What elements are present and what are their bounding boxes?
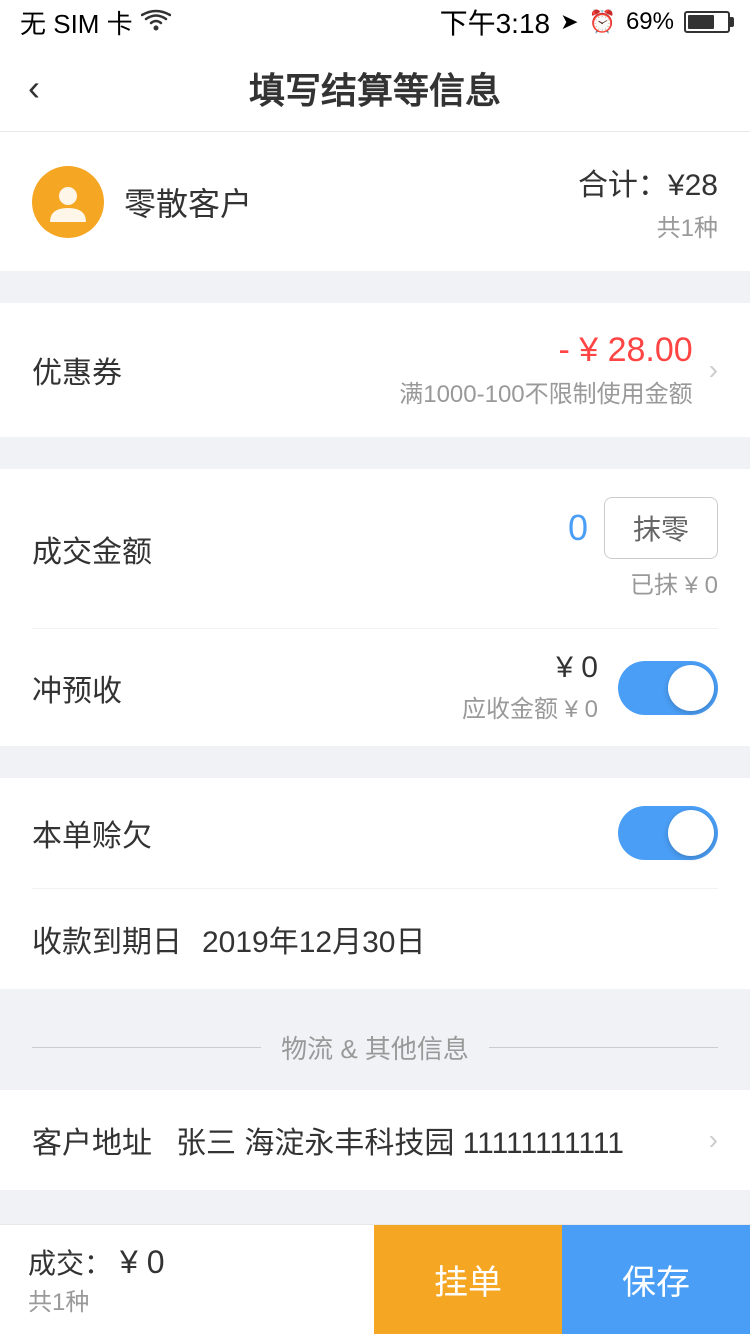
customer-total: 合计：¥28 共1种	[578, 160, 718, 243]
coupon-amount: - ¥ 28.00	[399, 331, 692, 370]
due-date-label: 收款到期日	[32, 917, 182, 961]
nav-bar: ‹ 填写结算等信息	[0, 44, 750, 132]
hang-button-label: 挂单	[434, 1255, 502, 1304]
time-text: 下午3:18	[440, 2, 551, 42]
debt-row: 本单赊欠	[0, 778, 750, 888]
coupon-label: 优惠券	[32, 348, 122, 392]
transaction-amount-right: 0 抹零 已抹 ¥ 0	[528, 497, 718, 600]
address-label: 客户地址	[32, 1118, 152, 1162]
address-chevron-icon: ›	[709, 1124, 718, 1156]
avatar	[32, 166, 104, 238]
prepay-right: ¥ 0 应收金额 ¥ 0	[462, 651, 718, 724]
battery-icon	[684, 11, 730, 33]
status-right: 下午3:18 ➤ ⏰ 69%	[440, 2, 730, 42]
due-date-value: 2019年12月30日	[202, 917, 425, 961]
transaction-amount-label: 成交金额	[32, 527, 152, 571]
header-line-right	[489, 1047, 718, 1048]
total-amount-text: 合计：¥28	[578, 160, 718, 204]
divider-1	[0, 287, 750, 303]
transaction-value-block: 0 抹零 已抹 ¥ 0	[528, 497, 718, 600]
divider-2	[0, 453, 750, 469]
hang-button[interactable]: 挂单	[374, 1225, 562, 1334]
transaction-amount-value[interactable]: 0	[528, 507, 588, 549]
address-value: 张三 海淀永丰科技园 11111111111	[176, 1118, 697, 1162]
divider-3	[0, 762, 750, 778]
debt-label: 本单赊欠	[32, 811, 152, 855]
coupon-value-block: - ¥ 28.00 满1000-100不限制使用金额	[399, 331, 692, 409]
transaction-section: 成交金额 0 抹零 已抹 ¥ 0 冲预收 ¥ 0 应收金额 ¥ 0	[0, 469, 750, 746]
bottom-total-value: ¥ 0	[120, 1244, 164, 1281]
transaction-amount-row: 成交金额 0 抹零 已抹 ¥ 0	[0, 469, 750, 628]
battery-percent: 69%	[626, 8, 674, 36]
prepay-toggle[interactable]	[618, 661, 718, 715]
prepay-sub-text: 应收金额 ¥ 0	[462, 689, 598, 724]
prepay-value-block: ¥ 0 应收金额 ¥ 0	[462, 651, 598, 724]
coupon-desc: 满1000-100不限制使用金额	[399, 374, 692, 409]
header-line-left	[32, 1047, 261, 1048]
logistics-section-header: 物流 & 其他信息	[0, 1005, 750, 1090]
save-button-label: 保存	[622, 1255, 690, 1304]
location-icon: ➤	[560, 9, 578, 35]
logistics-header-text: 物流 & 其他信息	[281, 1029, 469, 1066]
save-button[interactable]: 保存	[562, 1225, 750, 1334]
prepay-label: 冲预收	[32, 666, 122, 710]
prepay-row: 冲预收 ¥ 0 应收金额 ¥ 0	[0, 629, 750, 746]
page-title: 填写结算等信息	[249, 62, 501, 114]
debt-toggle[interactable]	[618, 806, 718, 860]
back-button[interactable]: ‹	[28, 67, 40, 109]
transaction-amount-sub: 已抹 ¥ 0	[528, 565, 718, 600]
customer-left: 零散客户	[32, 166, 252, 238]
coupon-right: - ¥ 28.00 满1000-100不限制使用金额 ›	[399, 331, 718, 409]
bottom-count: 共1种	[28, 1282, 346, 1317]
status-left: 无 SIM 卡	[20, 4, 171, 41]
carrier-text: 无 SIM 卡	[20, 4, 133, 41]
toggle-knob	[668, 665, 714, 711]
bottom-total-label: 成交：	[28, 1242, 112, 1282]
address-row[interactable]: 客户地址 张三 海淀永丰科技园 11111111111 ›	[0, 1090, 750, 1190]
content-area: 零散客户 合计：¥28 共1种 优惠券 - ¥ 28.00 满1000-100不…	[0, 132, 750, 1326]
due-date-row[interactable]: 收款到期日 2019年12月30日	[0, 889, 750, 989]
round-zero-button[interactable]: 抹零	[604, 497, 718, 559]
prepay-amount-value: ¥ 0	[462, 651, 598, 685]
customer-section: 零散客户 合计：¥28 共1种	[0, 132, 750, 271]
customer-row: 零散客户 合计：¥28 共1种	[0, 132, 750, 271]
total-count-text: 共1种	[578, 208, 718, 243]
status-bar: 无 SIM 卡 下午3:18 ➤ ⏰ 69%	[0, 0, 750, 44]
alarm-icon: ⏰	[589, 9, 616, 35]
customer-name: 零散客户	[124, 179, 252, 225]
bottom-info: 成交： ¥ 0 共1种	[0, 1225, 374, 1334]
debt-section: 本单赊欠 收款到期日 2019年12月30日	[0, 778, 750, 989]
bottom-bar: 成交： ¥ 0 共1种 挂单 保存	[0, 1224, 750, 1334]
debt-toggle-knob	[668, 810, 714, 856]
coupon-row[interactable]: 优惠券 - ¥ 28.00 满1000-100不限制使用金额 ›	[0, 303, 750, 437]
coupon-chevron-icon: ›	[709, 354, 718, 386]
wifi-icon	[141, 7, 171, 38]
address-section[interactable]: 客户地址 张三 海淀永丰科技园 11111111111 ›	[0, 1090, 750, 1190]
coupon-section[interactable]: 优惠券 - ¥ 28.00 满1000-100不限制使用金额 ›	[0, 303, 750, 437]
